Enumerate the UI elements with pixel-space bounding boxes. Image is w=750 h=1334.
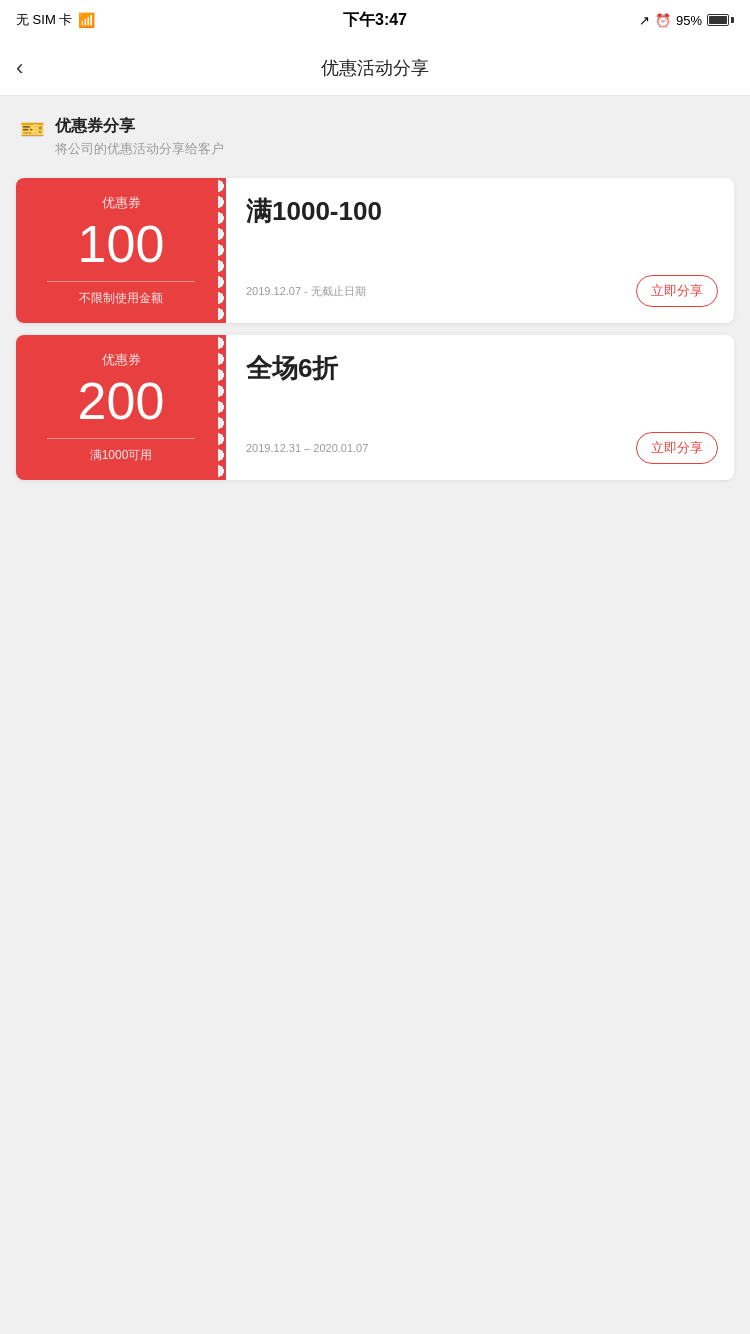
coupon-label-2: 优惠券 xyxy=(102,351,141,369)
section-subtitle: 将公司的优惠活动分享给客户 xyxy=(55,140,224,158)
battery-icon xyxy=(707,14,734,26)
page-title: 优惠活动分享 xyxy=(321,56,429,80)
coupon-condition-1: 不限制使用金额 xyxy=(79,290,163,307)
coupon-footer-2: 2019.12.31 – 2020.01.07 立即分享 xyxy=(246,432,718,464)
coupon-card-2: 优惠券 200 满1000可用 全场6折 2019.12.31 – 2020.0… xyxy=(16,335,734,480)
wifi-icon: 📶 xyxy=(78,12,95,28)
coupon-card-1: 优惠券 100 不限制使用金额 满1000-100 2019.12.07 - 无… xyxy=(16,178,734,323)
location-icon: ↗ xyxy=(639,13,650,28)
coupon-amount-2: 200 xyxy=(78,373,165,430)
status-left: 无 SIM 卡 📶 xyxy=(16,11,95,29)
coupon-left-2: 优惠券 200 满1000可用 xyxy=(16,335,226,480)
coupon-list: 优惠券 100 不限制使用金额 满1000-100 2019.12.07 - 无… xyxy=(0,170,750,496)
share-button-1[interactable]: 立即分享 xyxy=(636,275,718,307)
coupon-left-1: 优惠券 100 不限制使用金额 xyxy=(16,178,226,323)
coupon-title-1: 满1000-100 xyxy=(246,194,718,229)
coupon-divider-1 xyxy=(47,281,196,282)
coupon-condition-2: 满1000可用 xyxy=(90,447,153,464)
share-button-2[interactable]: 立即分享 xyxy=(636,432,718,464)
coupon-date-1: 2019.12.07 - 无截止日期 xyxy=(246,284,628,299)
alarm-icon: ⏰ xyxy=(655,13,671,28)
coupon-right-1: 满1000-100 2019.12.07 - 无截止日期 立即分享 xyxy=(226,178,734,323)
coupon-title-2: 全场6折 xyxy=(246,351,718,386)
coupon-right-2: 全场6折 2019.12.31 – 2020.01.07 立即分享 xyxy=(226,335,734,480)
coupon-footer-1: 2019.12.07 - 无截止日期 立即分享 xyxy=(246,275,718,307)
coupon-date-2: 2019.12.31 – 2020.01.07 xyxy=(246,442,628,454)
status-right: ↗ ⏰ 95% xyxy=(639,13,734,28)
nav-bar: ‹ 优惠活动分享 xyxy=(0,40,750,96)
coupon-amount-1: 100 xyxy=(78,216,165,273)
status-time: 下午3:47 xyxy=(343,10,407,31)
bottom-space xyxy=(0,496,750,1056)
section-icon: 🎫 xyxy=(20,117,45,141)
coupon-divider-2 xyxy=(47,438,196,439)
section-header: 🎫 优惠券分享 将公司的优惠活动分享给客户 xyxy=(0,96,750,170)
section-text: 优惠券分享 将公司的优惠活动分享给客户 xyxy=(55,116,224,158)
coupon-label-1: 优惠券 xyxy=(102,194,141,212)
status-bar: 无 SIM 卡 📶 下午3:47 ↗ ⏰ 95% xyxy=(0,0,750,40)
back-button[interactable]: ‹ xyxy=(16,55,23,81)
section-title: 优惠券分享 xyxy=(55,116,224,137)
carrier-text: 无 SIM 卡 xyxy=(16,11,72,29)
battery-percent: 95% xyxy=(676,13,702,28)
